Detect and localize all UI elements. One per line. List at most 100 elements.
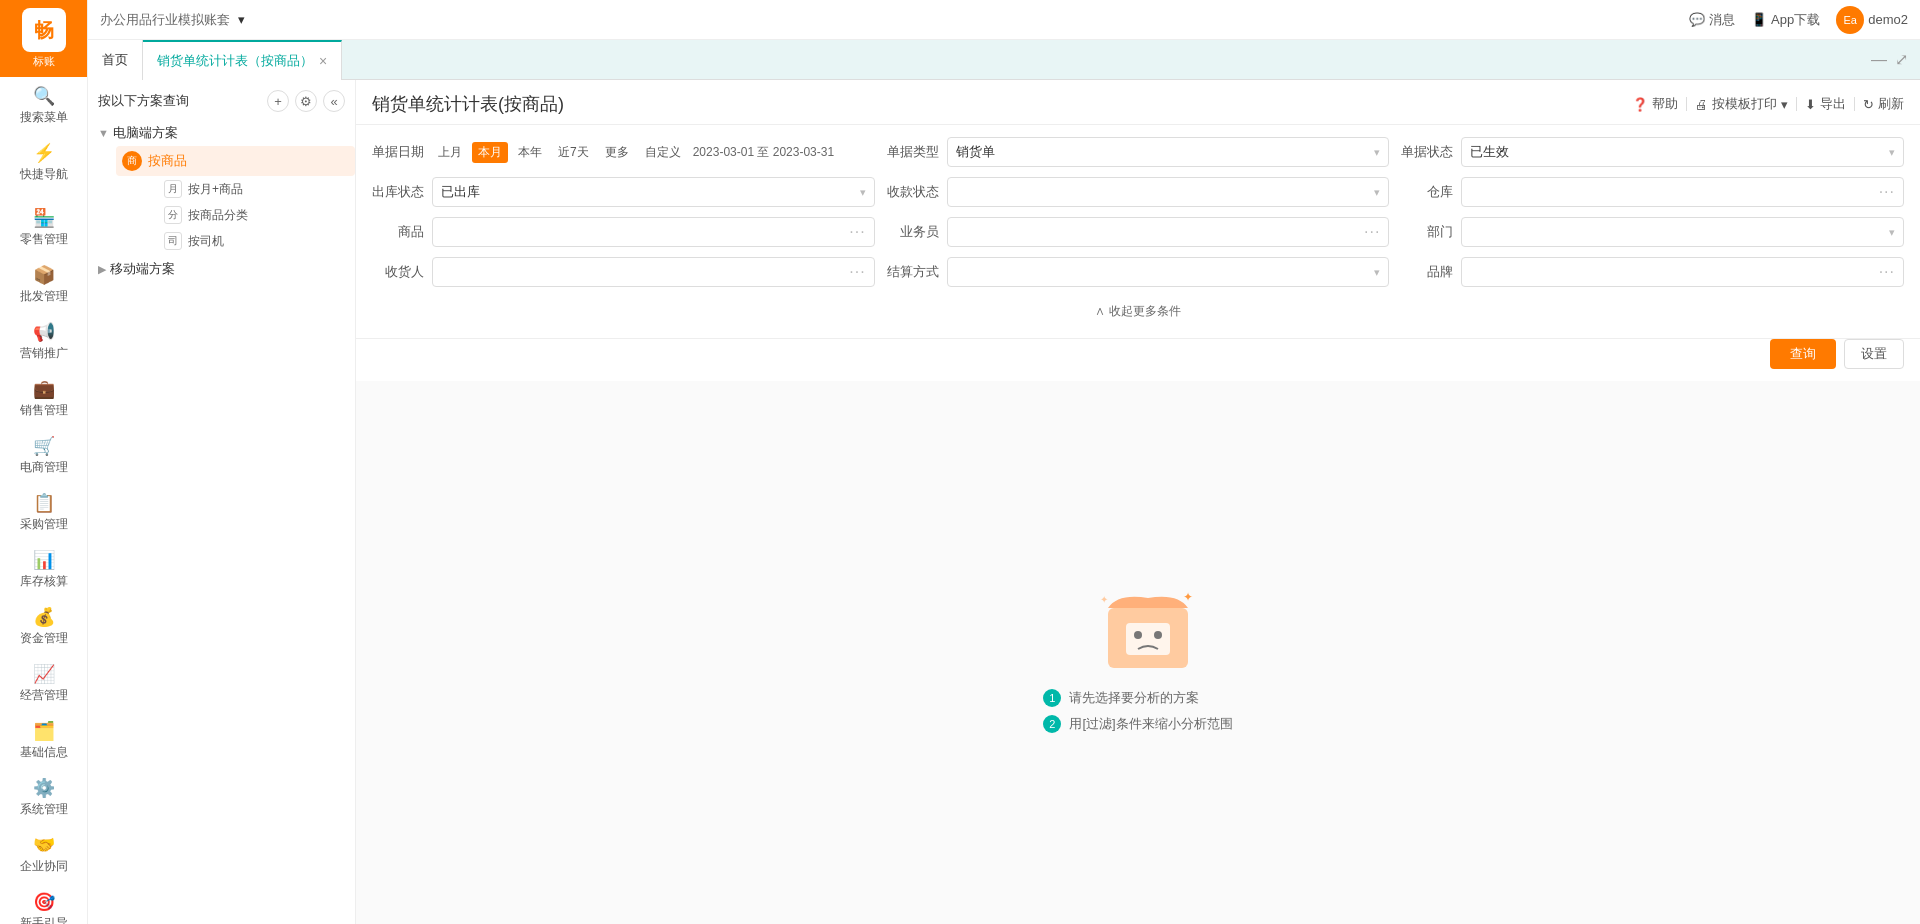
out-status-input[interactable]: 已出库 ▾ <box>432 177 875 207</box>
doc-type-label: 单据类型 <box>887 143 939 161</box>
system-icon: ⚙️ <box>33 777 55 799</box>
page-header-btns: ❓ 帮助 🖨 按模板打印 ▾ ⬇ 导出 <box>1632 95 1904 113</box>
filter-form: 单据日期 上月 本月 本年 近7天 更多 自定义 2023-03-01 至 20… <box>356 125 1920 339</box>
basic-icon: 🗂️ <box>33 720 55 742</box>
export-icon: ⬇ <box>1805 97 1816 112</box>
sidebar-item-retail[interactable]: 🏪 零售管理 <box>0 199 87 256</box>
mobile-scheme-header[interactable]: ▶ 移动端方案 <box>88 254 355 284</box>
filter-add-btn[interactable]: + <box>267 90 289 112</box>
date-range-display: 2023-03-01 至 2023-03-31 <box>693 144 834 161</box>
quick-icon: ⚡ <box>33 142 55 164</box>
scheme-by-client[interactable]: 司 按司机 <box>160 228 355 254</box>
tab-sales-stats[interactable]: 销货单统计计表（按商品） × <box>143 40 342 80</box>
sidebar-item-sales[interactable]: 💼 销售管理 <box>0 370 87 427</box>
brand-dots: ··· <box>1879 263 1895 281</box>
tab-close-btn[interactable]: × <box>319 53 327 69</box>
settlement-input[interactable]: ▾ <box>947 257 1390 287</box>
scheme-by-month-product[interactable]: 月 按月+商品 <box>160 176 355 202</box>
collapse-conditions-btn[interactable]: ∧ 收起更多条件 <box>372 297 1904 326</box>
product-input[interactable]: ··· <box>432 217 875 247</box>
sidebar-item-guide[interactable]: 🎯 新手引导 <box>0 883 87 924</box>
settings-btn[interactable]: 设置 <box>1844 339 1904 369</box>
scheme-by-product[interactable]: 商 按商品 <box>116 146 355 176</box>
finance-icon: 💰 <box>33 606 55 628</box>
sidebar-item-corp[interactable]: 🤝 企业协同 <box>0 826 87 883</box>
purchase-icon: 📋 <box>33 492 55 514</box>
message-btn[interactable]: 💬 消息 <box>1689 11 1735 29</box>
payment-status-input[interactable]: ▾ <box>947 177 1390 207</box>
hint-num-2: 2 <box>1043 715 1061 733</box>
sidebar-item-search[interactable]: 🔍 搜索菜单 <box>0 77 87 134</box>
sidebar-item-marketing[interactable]: 📢 营销推广 <box>0 313 87 370</box>
sidebar-label-operation: 经营管理 <box>20 687 68 704</box>
tabs-bar: 首页 销货单统计计表（按商品） × — ⤢ <box>88 40 1920 80</box>
warehouse-input[interactable]: ··· <box>1461 177 1904 207</box>
app-download-btn[interactable]: 📱 App下载 <box>1751 11 1820 29</box>
dept-input[interactable]: ▾ <box>1461 217 1904 247</box>
pc-scheme-header[interactable]: ▼ 电脑端方案 <box>88 120 355 146</box>
doc-type-input[interactable]: 销货单 ▾ <box>947 137 1390 167</box>
help-btn[interactable]: ❓ 帮助 <box>1632 95 1678 113</box>
doc-status-input[interactable]: 已生效 ▾ <box>1461 137 1904 167</box>
scheme-by-category[interactable]: 分 按商品分类 <box>160 202 355 228</box>
filter-row-4: 收货人 ··· 结算方式 ▾ 品牌 <box>372 257 1904 287</box>
sidebar-item-quick[interactable]: ⚡ 快捷导航 <box>0 134 87 191</box>
date-btn-custom[interactable]: 自定义 <box>639 142 687 163</box>
btn-divider3 <box>1854 97 1855 111</box>
out-status-arrow: ▾ <box>860 186 866 199</box>
filter-edit-btn[interactable]: ⚙ <box>295 90 317 112</box>
sidebar-item-system[interactable]: ⚙️ 系统管理 <box>0 769 87 826</box>
logo-text: 畅 <box>34 17 54 44</box>
svg-point-2 <box>1134 631 1142 639</box>
sidebar-label-guide: 新手引导 <box>20 915 68 924</box>
salesman-input[interactable]: ··· <box>947 217 1390 247</box>
date-btn-7days[interactable]: 近7天 <box>552 142 595 163</box>
query-btn[interactable]: 查询 <box>1770 339 1836 369</box>
field-dept: 部门 ▾ <box>1401 217 1904 247</box>
export-btn[interactable]: ⬇ 导出 <box>1805 95 1846 113</box>
sidebar-item-inventory[interactable]: 📊 库存核算 <box>0 541 87 598</box>
brand-input[interactable]: ··· <box>1461 257 1904 287</box>
date-btn-this-year[interactable]: 本年 <box>512 142 548 163</box>
sidebar-item-basic[interactable]: 🗂️ 基础信息 <box>0 712 87 769</box>
date-btn-last-month[interactable]: 上月 <box>432 142 468 163</box>
product-dots: ··· <box>849 223 865 241</box>
refresh-btn[interactable]: ↻ 刷新 <box>1863 95 1904 113</box>
tab-maximize-btn[interactable]: ⤢ <box>1895 50 1908 69</box>
field-out-status: 出库状态 已出库 ▾ <box>372 177 875 207</box>
topbar-right: 💬 消息 📱 App下载 Ea demo2 <box>1689 6 1908 34</box>
sidebar-item-finance[interactable]: 💰 资金管理 <box>0 598 87 655</box>
pc-scheme-label: 电脑端方案 <box>113 124 178 142</box>
receiver-input[interactable]: ··· <box>432 257 875 287</box>
date-btn-more[interactable]: 更多 <box>599 142 635 163</box>
sidebar-item-operation[interactable]: 📈 经营管理 <box>0 655 87 712</box>
tab-minimize-btn[interactable]: — <box>1871 51 1887 69</box>
action-bar: 查询 设置 <box>356 339 1920 381</box>
filter-collapse-btn[interactable]: « <box>323 90 345 112</box>
page-header-row: 销货单统计计表(按商品) ❓ 帮助 🖨 按模板打印 ▾ <box>372 92 1904 116</box>
sidebar-item-purchase[interactable]: 📋 采购管理 <box>0 484 87 541</box>
username: demo2 <box>1868 12 1908 27</box>
topbar-dropdown[interactable]: ▾ <box>238 12 245 27</box>
empty-area: ✦ ✦ 1 请先选择要分析的方案 2 用[过滤]条件来缩小分析范围 <box>356 381 1920 924</box>
print-btn[interactable]: 🖨 按模板打印 ▾ <box>1695 95 1788 113</box>
app-download-label: App下载 <box>1771 11 1820 29</box>
sidebar-label-quick: 快捷导航 <box>20 166 68 183</box>
sidebar-label-search: 搜索菜单 <box>20 109 68 126</box>
empty-hint-2: 2 用[过滤]条件来缩小分析范围 <box>1043 715 1232 733</box>
filter-row-2: 出库状态 已出库 ▾ 收款状态 ▾ 仓库 <box>372 177 1904 207</box>
ecom-icon: 🛒 <box>33 435 55 457</box>
user-area[interactable]: Ea demo2 <box>1836 6 1908 34</box>
topbar: 办公用品行业模拟账套 ▾ 💬 消息 📱 App下载 Ea demo2 <box>88 0 1920 40</box>
sidebar-item-ecom[interactable]: 🛒 电商管理 <box>0 427 87 484</box>
tab-home[interactable]: 首页 <box>88 40 143 80</box>
date-btn-this-month[interactable]: 本月 <box>472 142 508 163</box>
sidebar-item-wholesale[interactable]: 📦 批发管理 <box>0 256 87 313</box>
by-category-icon: 分 <box>164 206 182 224</box>
filter-panel-title: 按以下方案查询 <box>98 92 189 110</box>
field-settlement: 结算方式 ▾ <box>887 257 1390 287</box>
date-quick-btns: 上月 本月 本年 近7天 更多 自定义 <box>432 142 687 163</box>
user-avatar: Ea <box>1836 6 1864 34</box>
field-brand: 品牌 ··· <box>1401 257 1904 287</box>
field-payment-status: 收款状态 ▾ <box>887 177 1390 207</box>
